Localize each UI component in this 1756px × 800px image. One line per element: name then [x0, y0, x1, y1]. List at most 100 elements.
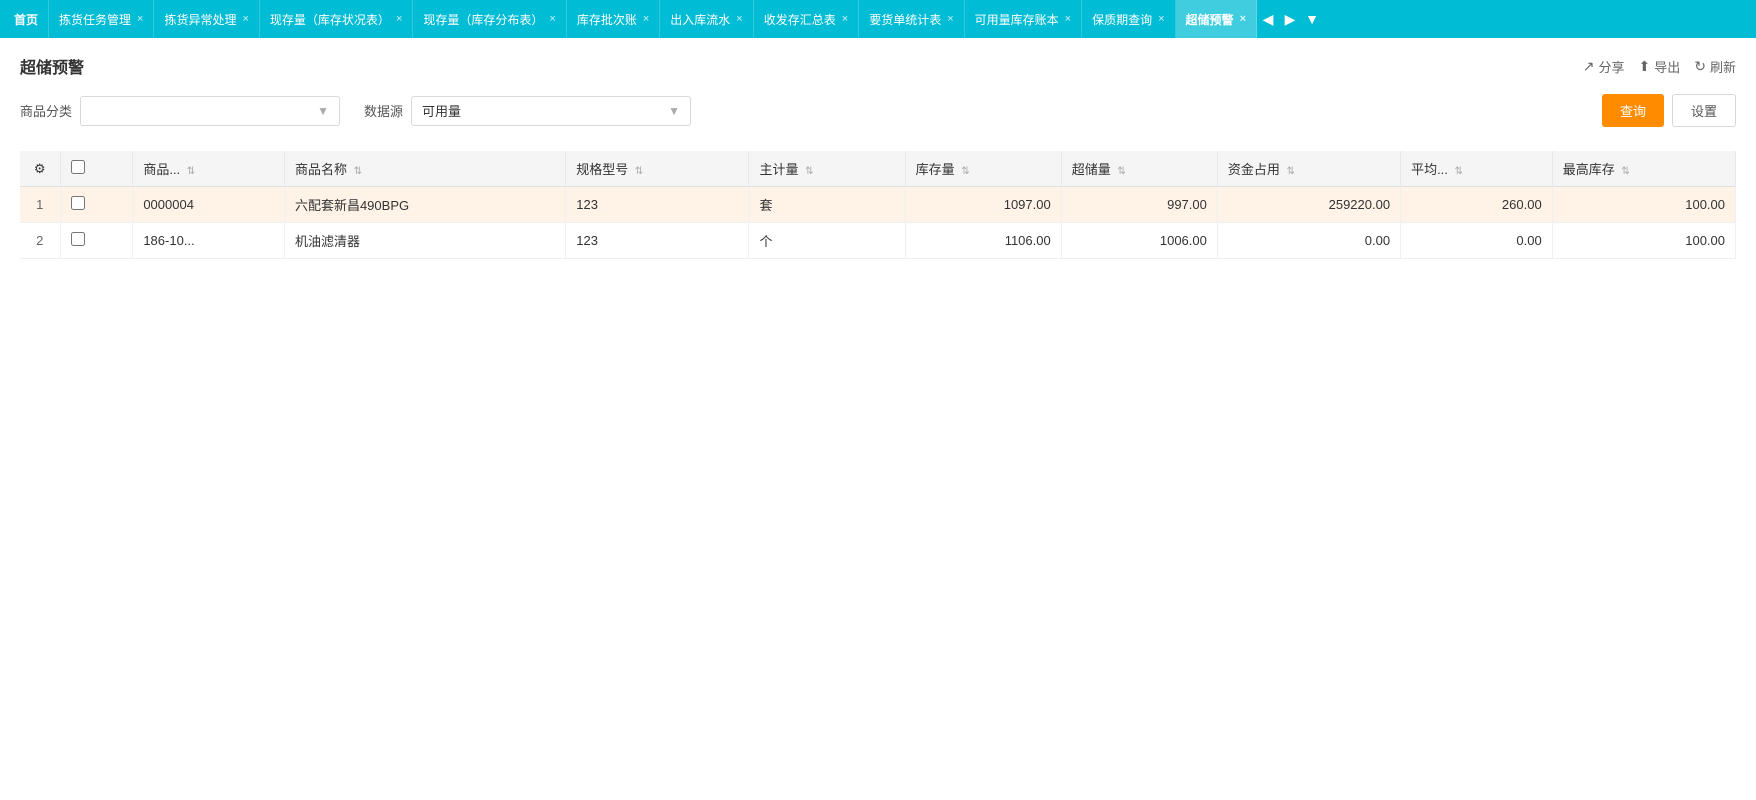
gear-icon: ⚙	[34, 161, 46, 176]
select-all-checkbox[interactable]	[71, 160, 85, 174]
nav-tab-sh[interactable]: 收发存汇总表 ×	[754, 0, 859, 38]
cell-name: 机油滤清器	[284, 223, 565, 259]
nav-tab-kyl[interactable]: 可用量库存账本 ×	[965, 0, 1082, 38]
nav-tab-xcl1[interactable]: 现存量（库存状况表） ×	[260, 0, 413, 38]
close-yh[interactable]: ×	[947, 13, 953, 25]
nav-tab-kc[interactable]: 库存批次账 ×	[567, 0, 660, 38]
filter-datasource: 数据源 可用量 ▼	[364, 96, 691, 126]
cell-name: 六配套新昌490BPG	[284, 187, 565, 223]
filter-actions: 查询 设置	[1602, 94, 1736, 127]
export-button[interactable]: ⬆ 导出	[1639, 57, 1681, 76]
close-xcl1[interactable]: ×	[396, 13, 402, 25]
cell-unit: 个	[749, 223, 905, 259]
nav-tab-bz[interactable]: 保质期查询 ×	[1082, 0, 1175, 38]
cell-check[interactable]	[60, 223, 133, 259]
share-button[interactable]: ↗ 分享	[1583, 57, 1625, 76]
cell-avg: 0.00	[1401, 223, 1553, 259]
sort-over-icon: ⇅	[1117, 166, 1125, 177]
close-kyl[interactable]: ×	[1065, 13, 1071, 25]
nav-tab-lhgl[interactable]: 拣货任务管理 ×	[49, 0, 154, 38]
col-code[interactable]: 商品... ⇅	[133, 151, 285, 187]
close-lhyc[interactable]: ×	[242, 13, 248, 25]
top-nav: 首页 拣货任务管理 × 拣货异常处理 × 现存量（库存状况表） × 现存量（库存…	[0, 0, 1756, 38]
close-xcl2[interactable]: ×	[549, 13, 555, 25]
close-cc[interactable]: ×	[1240, 13, 1246, 25]
page-title: 超储预警	[20, 54, 84, 78]
data-table: ⚙ 商品... ⇅ 商品名称 ⇅ 规格型号 ⇅ 主计量	[20, 151, 1736, 259]
query-button[interactable]: 查询	[1602, 94, 1664, 127]
export-icon: ⬆	[1639, 58, 1651, 75]
datasource-chevron-icon: ▼	[668, 104, 680, 118]
cell-check[interactable]	[60, 187, 133, 223]
nav-arrow-more[interactable]: ▼	[1301, 0, 1323, 38]
share-icon: ↗	[1583, 58, 1595, 75]
nav-tab-lhyc[interactable]: 拣货异常处理 ×	[154, 0, 259, 38]
col-stock[interactable]: 库存量 ⇅	[905, 151, 1061, 187]
close-kc[interactable]: ×	[643, 13, 649, 25]
row-checkbox[interactable]	[71, 232, 85, 246]
page-content: 超储预警 ↗ 分享 ⬆ 导出 ↻ 刷新 商品分类 ▼ 数据源	[0, 38, 1756, 800]
table-header-row: ⚙ 商品... ⇅ 商品名称 ⇅ 规格型号 ⇅ 主计量	[20, 151, 1736, 187]
nav-tab-yh[interactable]: 要货单统计表 ×	[859, 0, 964, 38]
nav-tab-cc[interactable]: 超储预警 ×	[1176, 0, 1257, 38]
cell-maxstock: 100.00	[1552, 223, 1735, 259]
header-actions: ↗ 分享 ⬆ 导出 ↻ 刷新	[1583, 57, 1736, 76]
cell-code: 186-10...	[133, 223, 285, 259]
col-unit[interactable]: 主计量 ⇅	[749, 151, 905, 187]
sort-avg-icon: ⇅	[1455, 166, 1463, 177]
cell-spec: 123	[566, 187, 749, 223]
table-row: 2 186-10... 机油滤清器 123 个 1106.00 1006.00 …	[20, 223, 1736, 259]
cell-capital: 0.00	[1217, 223, 1400, 259]
sort-maxstock-icon: ⇅	[1621, 166, 1629, 177]
close-sh[interactable]: ×	[842, 13, 848, 25]
sort-name-icon: ⇅	[354, 166, 362, 177]
refresh-icon: ↻	[1694, 58, 1706, 75]
cell-avg: 260.00	[1401, 187, 1553, 223]
sort-stock-icon: ⇅	[961, 166, 969, 177]
cell-stock: 1097.00	[905, 187, 1061, 223]
col-name[interactable]: 商品名称 ⇅	[284, 151, 565, 187]
category-label: 商品分类	[20, 101, 72, 120]
nav-arrow-right[interactable]: ▶	[1279, 0, 1301, 38]
cell-spec: 123	[566, 223, 749, 259]
col-avg[interactable]: 平均... ⇅	[1401, 151, 1553, 187]
row-checkbox[interactable]	[71, 196, 85, 210]
sort-code-icon: ⇅	[187, 166, 195, 177]
sort-spec-icon: ⇅	[635, 166, 643, 177]
refresh-button[interactable]: ↻ 刷新	[1694, 57, 1736, 76]
datasource-value: 可用量	[422, 101, 461, 120]
category-select[interactable]: ▼	[80, 96, 340, 126]
cell-stock: 1106.00	[905, 223, 1061, 259]
col-gear[interactable]: ⚙	[20, 151, 60, 187]
settings-button[interactable]: 设置	[1672, 94, 1736, 127]
close-ck[interactable]: ×	[736, 13, 742, 25]
page-header: 超储预警 ↗ 分享 ⬆ 导出 ↻ 刷新	[20, 54, 1736, 78]
close-lhgl[interactable]: ×	[137, 13, 143, 25]
filter-row: 商品分类 ▼ 数据源 可用量 ▼ 查询 设置	[20, 94, 1736, 137]
col-maxstock[interactable]: 最高库存 ⇅	[1552, 151, 1735, 187]
close-bz[interactable]: ×	[1158, 13, 1164, 25]
col-check[interactable]	[60, 151, 133, 187]
cell-code: 0000004	[133, 187, 285, 223]
col-capital[interactable]: 资金占用 ⇅	[1217, 151, 1400, 187]
cell-over: 1006.00	[1061, 223, 1217, 259]
cell-seq: 2	[20, 223, 60, 259]
sort-unit-icon: ⇅	[805, 166, 813, 177]
datasource-select[interactable]: 可用量 ▼	[411, 96, 691, 126]
nav-tab-ck[interactable]: 出入库流水 ×	[660, 0, 753, 38]
col-spec[interactable]: 规格型号 ⇅	[566, 151, 749, 187]
table-row: 1 0000004 六配套新昌490BPG 123 套 1097.00 997.…	[20, 187, 1736, 223]
cell-over: 997.00	[1061, 187, 1217, 223]
category-chevron-icon: ▼	[317, 104, 329, 118]
col-over[interactable]: 超储量 ⇅	[1061, 151, 1217, 187]
filter-category: 商品分类 ▼	[20, 96, 340, 126]
nav-arrow-left[interactable]: ◀	[1257, 0, 1279, 38]
cell-capital: 259220.00	[1217, 187, 1400, 223]
cell-seq: 1	[20, 187, 60, 223]
cell-maxstock: 100.00	[1552, 187, 1735, 223]
nav-tab-home[interactable]: 首页	[4, 0, 49, 38]
datasource-label: 数据源	[364, 101, 403, 120]
cell-unit: 套	[749, 187, 905, 223]
sort-capital-icon: ⇅	[1287, 166, 1295, 177]
nav-tab-xcl2[interactable]: 现存量（库存分布表） ×	[413, 0, 566, 38]
